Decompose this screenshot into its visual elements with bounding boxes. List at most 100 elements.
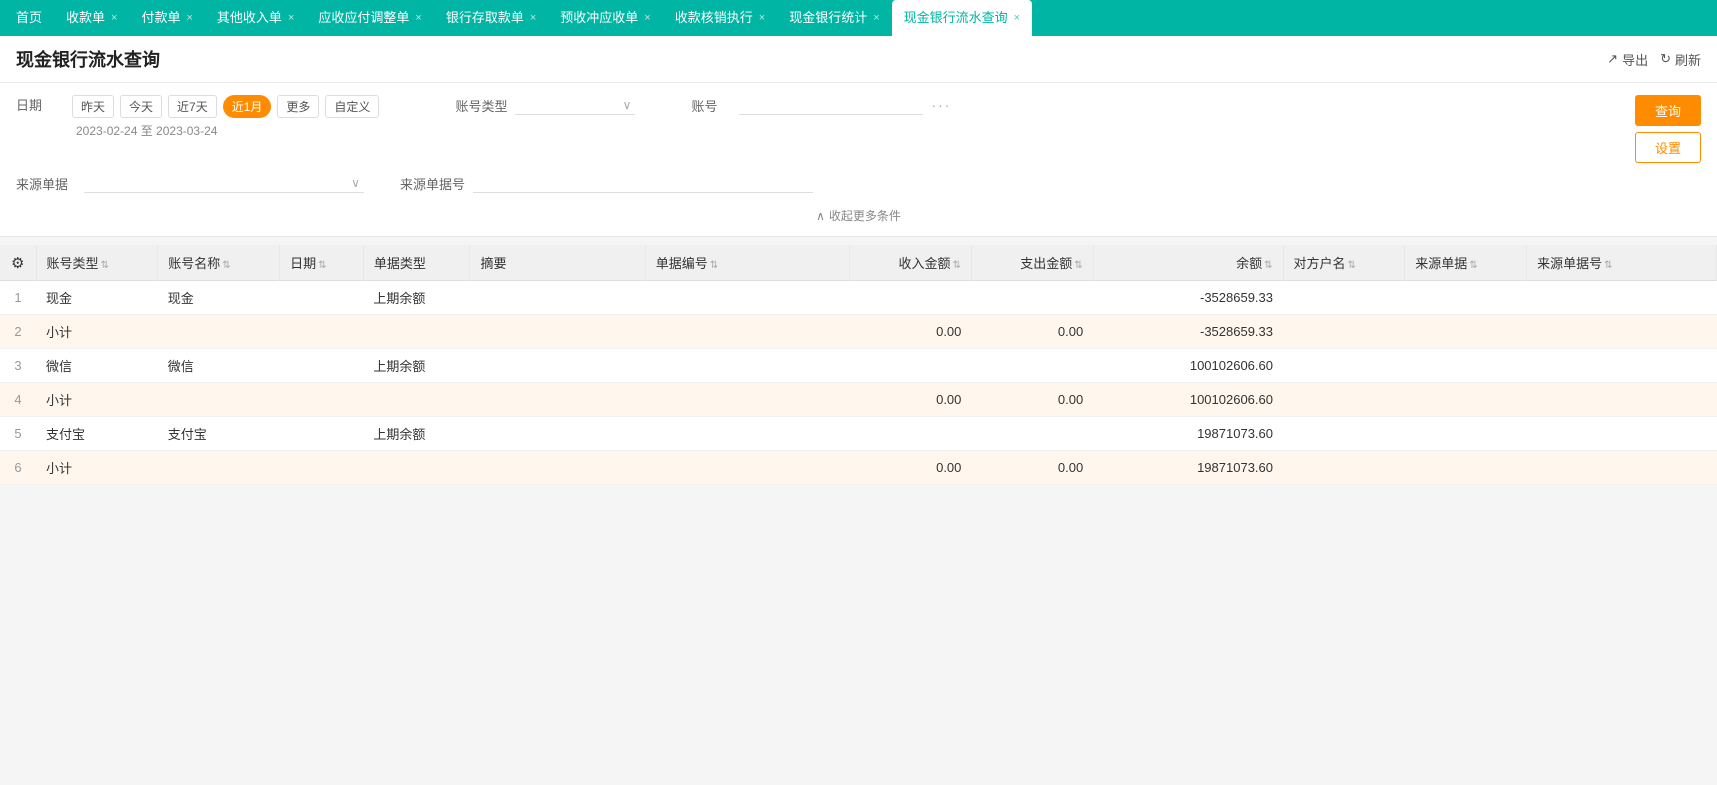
account-type-select[interactable] <box>515 95 635 115</box>
nav-payments-close[interactable]: × <box>186 0 192 36</box>
refresh-label: 刷新 <box>1675 50 1701 69</box>
nav-adjustment-label: 应收应付调整单 <box>318 0 409 36</box>
nav-payments[interactable]: 付款单 × <box>129 0 204 36</box>
col-gear[interactable]: ⚙ <box>0 245 36 281</box>
cell-income: 0.00 <box>850 451 972 485</box>
table-settings-icon[interactable]: ⚙ <box>11 255 24 272</box>
col-date[interactable]: 日期⇅ <box>280 245 364 281</box>
source-doc-num-input[interactable] <box>473 173 813 193</box>
col-doc-type[interactable]: 单据类型 <box>363 245 470 281</box>
cell-doc-no <box>645 451 849 485</box>
cell-source-doc <box>1405 383 1527 417</box>
nav-prepayment[interactable]: 预收冲应收单 × <box>548 0 662 36</box>
cell-balance: -3528659.33 <box>1093 281 1283 315</box>
nav-receipts-label: 收款单 <box>66 0 105 36</box>
nav-receipts[interactable]: 收款单 × <box>54 0 129 36</box>
date-yesterday[interactable]: 昨天 <box>72 95 114 118</box>
col-counterparty[interactable]: 对方户名⇅ <box>1283 245 1405 281</box>
top-navigation: 首页 收款单 × 付款单 × 其他收入单 × 应收应付调整单 × 银行存取款单 … <box>0 0 1717 36</box>
nav-cash-stats-close[interactable]: × <box>873 0 879 36</box>
col-income[interactable]: 收入金额⇅ <box>850 245 972 281</box>
nav-bank-deposit[interactable]: 银行存取款单 × <box>434 0 548 36</box>
cell-doc-no <box>645 281 849 315</box>
table-header-row: ⚙ 账号类型⇅ 账号名称⇅ 日期⇅ 单据类型 摘要 单据编号⇅ <box>0 245 1717 281</box>
table-row: 3微信微信上期余额100102606.60 <box>0 349 1717 383</box>
cell-income <box>850 417 972 451</box>
nav-other-income[interactable]: 其他收入单 × <box>205 0 306 36</box>
nav-home-label: 首页 <box>16 0 42 36</box>
account-type-select-wrapper <box>515 95 635 115</box>
date-more[interactable]: 更多 <box>277 95 319 118</box>
col-summary[interactable]: 摘要 <box>470 245 645 281</box>
cell-doc-type: 上期余额 <box>363 281 470 315</box>
nav-adjustment-close[interactable]: × <box>415 0 421 36</box>
cell-balance: 100102606.60 <box>1093 383 1283 417</box>
nav-receipts-close[interactable]: × <box>111 0 117 36</box>
table-row: 1现金现金上期余额-3528659.33 <box>0 281 1717 315</box>
cell-balance: 100102606.60 <box>1093 349 1283 383</box>
cell-doc-no <box>645 383 849 417</box>
cell-income <box>850 281 972 315</box>
date-1month[interactable]: 近1月 <box>223 95 272 118</box>
cell-source-doc-no <box>1527 451 1717 485</box>
col-source-doc[interactable]: 来源单据⇅ <box>1405 245 1527 281</box>
nav-bank-deposit-close[interactable]: × <box>530 0 536 36</box>
table-row: 6小计0.000.0019871073.60 <box>0 451 1717 485</box>
cell-summary <box>470 451 645 485</box>
collapse-bar[interactable]: ∧ 收起更多条件 <box>16 203 1701 224</box>
nav-other-income-close[interactable]: × <box>288 0 294 36</box>
cell-source-doc <box>1405 281 1527 315</box>
col-source-doc-no[interactable]: 来源单据号⇅ <box>1527 245 1717 281</box>
date-custom[interactable]: 自定义 <box>325 95 379 118</box>
row-num: 3 <box>0 349 36 383</box>
cell-account-type: 小计 <box>36 451 158 485</box>
cell-doc-type <box>363 383 470 417</box>
filter-area: 日期 昨天 今天 近7天 近1月 更多 自定义 2023-02-24 至 202… <box>0 83 1717 237</box>
cell-source-doc-no <box>1527 417 1717 451</box>
cell-counterparty <box>1283 349 1405 383</box>
col-balance[interactable]: 余额⇅ <box>1093 245 1283 281</box>
export-button[interactable]: ↗ 导出 <box>1607 50 1648 69</box>
date-7days[interactable]: 近7天 <box>168 95 217 118</box>
nav-cash-stats[interactable]: 现金银行统计 × <box>777 0 891 36</box>
nav-prepayment-label: 预收冲应收单 <box>560 0 638 36</box>
refresh-button[interactable]: ↻ 刷新 <box>1660 50 1701 69</box>
cell-source-doc <box>1405 417 1527 451</box>
nav-cash-flow[interactable]: 现金银行流水查询 × <box>892 0 1032 36</box>
query-button[interactable]: 查询 <box>1635 95 1701 126</box>
export-label: 导出 <box>1622 50 1648 69</box>
account-more-icon[interactable]: ··· <box>931 97 951 113</box>
source-doc-select[interactable] <box>84 173 364 193</box>
sort-account-type-icon: ⇅ <box>101 260 109 271</box>
cell-summary <box>470 281 645 315</box>
cell-account-name: 微信 <box>158 349 280 383</box>
refresh-icon: ↻ <box>1660 51 1671 67</box>
nav-prepayment-close[interactable]: × <box>644 0 650 36</box>
nav-collection[interactable]: 收款核销执行 × <box>663 0 777 36</box>
nav-cash-flow-label: 现金银行流水查询 <box>904 0 1008 36</box>
nav-collection-close[interactable]: × <box>759 0 765 36</box>
nav-cash-flow-close[interactable]: × <box>1014 0 1020 36</box>
cell-doc-type <box>363 451 470 485</box>
cell-date <box>280 417 364 451</box>
cell-doc-type: 上期余额 <box>363 349 470 383</box>
table-row: 5支付宝支付宝上期余额19871073.60 <box>0 417 1717 451</box>
col-doc-no[interactable]: 单据编号⇅ <box>645 245 849 281</box>
sort-account-name-icon: ⇅ <box>222 260 230 271</box>
row-num: 6 <box>0 451 36 485</box>
cell-doc-no <box>645 417 849 451</box>
cell-expense: 0.00 <box>971 383 1093 417</box>
date-today[interactable]: 今天 <box>120 95 162 118</box>
date-options: 昨天 今天 近7天 近1月 更多 自定义 <box>72 95 379 118</box>
col-expense[interactable]: 支出金额⇅ <box>971 245 1093 281</box>
row-num: 5 <box>0 417 36 451</box>
settings-button[interactable]: 设置 <box>1635 132 1701 163</box>
nav-other-income-label: 其他收入单 <box>217 0 282 36</box>
col-account-name[interactable]: 账号名称⇅ <box>158 245 280 281</box>
cell-account-type: 现金 <box>36 281 158 315</box>
cell-date <box>280 315 364 349</box>
col-account-type[interactable]: 账号类型⇅ <box>36 245 158 281</box>
account-input[interactable] <box>739 95 923 115</box>
nav-adjustment[interactable]: 应收应付调整单 × <box>306 0 433 36</box>
nav-home[interactable]: 首页 <box>4 0 54 36</box>
